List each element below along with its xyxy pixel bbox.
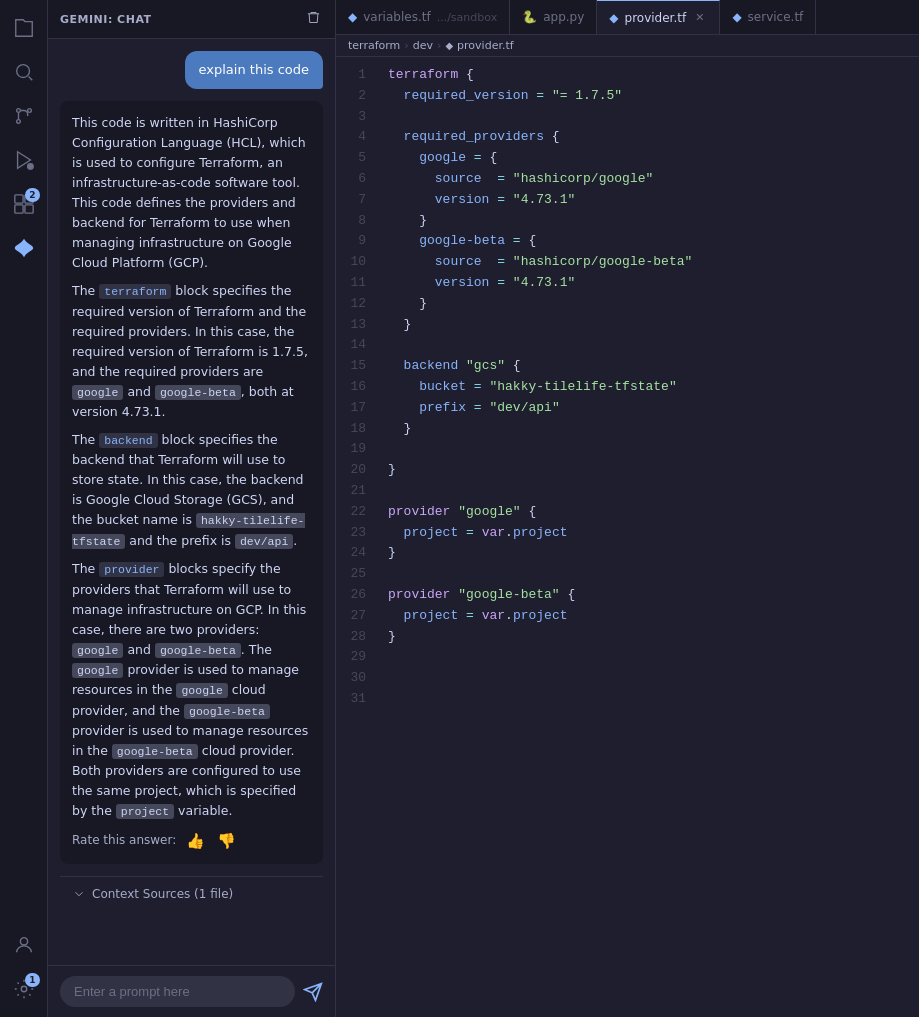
chat-input[interactable] <box>60 976 295 1007</box>
svg-point-0 <box>16 65 29 78</box>
editor-content: 12345 678910 1112131415 1617181920 21222… <box>336 57 919 1017</box>
answer-paragraph-4: The provider blocks specify the provider… <box>72 559 311 822</box>
terraform-code-tag: terraform <box>99 284 171 299</box>
send-button[interactable] <box>303 982 323 1002</box>
thumbs-down-button[interactable]: 👎 <box>215 830 238 852</box>
breadcrumb-sep-2: › <box>437 39 441 52</box>
svg-point-3 <box>27 109 31 113</box>
delete-chat-button[interactable] <box>304 8 323 30</box>
chat-input-area <box>48 965 335 1017</box>
svg-rect-7 <box>14 205 22 213</box>
code-view[interactable]: terraform { required_version = "= 1.7.5"… <box>376 57 919 1017</box>
tab-bar: ◆ variables.tf .../sandbox 🐍 app.py ◆ pr… <box>336 0 919 35</box>
tab-label-provider: provider.tf <box>625 11 687 25</box>
svg-rect-5 <box>14 195 22 203</box>
chat-title: GEMINI: CHAT <box>60 13 152 26</box>
provider-code-tag: provider <box>99 562 164 577</box>
google4-code-tag: google <box>176 683 227 698</box>
google2-code-tag: google <box>72 643 123 658</box>
editor-area: ◆ variables.tf .../sandbox 🐍 app.py ◆ pr… <box>336 0 919 1017</box>
tab-provider-tf[interactable]: ◆ provider.tf ✕ <box>597 0 720 34</box>
sidebar-item-settings[interactable]: 1 <box>4 969 44 1009</box>
tf-icon: ◆ <box>348 10 357 24</box>
sidebar-item-extensions[interactable]: 2 <box>4 184 44 224</box>
google-code-tag: google <box>72 385 123 400</box>
breadcrumb-icon: ◆ <box>445 40 453 51</box>
svg-point-9 <box>20 938 27 945</box>
backend-code-tag: backend <box>99 433 157 448</box>
tab-label-app: app.py <box>543 10 584 24</box>
answer-paragraph-1: This code is written in HashiCorp Config… <box>72 113 311 273</box>
tf-icon-3: ◆ <box>732 10 741 24</box>
rate-bar: Rate this answer: 👍 👎 <box>72 830 311 852</box>
tf-icon-2: ◆ <box>609 11 618 25</box>
svg-rect-8 <box>24 205 32 213</box>
ai-answer-block: This code is written in HashiCorp Config… <box>60 101 323 864</box>
breadcrumb-sep-1: › <box>404 39 408 52</box>
tab-variables-tf[interactable]: ◆ variables.tf .../sandbox <box>336 0 510 34</box>
answer-paragraph-3: The backend block specifies the backend … <box>72 430 311 551</box>
svg-point-1 <box>16 109 20 113</box>
py-icon: 🐍 <box>522 10 537 24</box>
extensions-badge: 2 <box>25 188 39 202</box>
google3-code-tag: google <box>72 663 123 678</box>
sidebar-item-source-control[interactable] <box>4 96 44 136</box>
breadcrumb: terraform › dev › ◆ provider.tf <box>336 35 919 57</box>
google-beta2-code-tag: google-beta <box>155 643 241 658</box>
chat-header: GEMINI: CHAT <box>48 0 335 39</box>
project-code-tag: project <box>116 804 174 819</box>
settings-badge: 1 <box>25 973 39 987</box>
prefix-code-tag: dev/api <box>235 534 293 549</box>
tab-app-py[interactable]: 🐍 app.py <box>510 0 597 34</box>
tab-service-tf[interactable]: ◆ service.tf <box>720 0 816 34</box>
breadcrumb-file: provider.tf <box>457 39 514 52</box>
tab-label-variables: variables.tf <box>363 10 430 24</box>
user-message-bubble: explain this code <box>185 51 323 89</box>
chat-messages: explain this code This code is written i… <box>48 39 335 965</box>
google-beta4-code-tag: google-beta <box>112 744 198 759</box>
rate-label: Rate this answer: <box>72 831 176 850</box>
activity-bar: 2 1 <box>0 0 48 1017</box>
svg-point-10 <box>21 986 27 992</box>
breadcrumb-terraform: terraform <box>348 39 400 52</box>
sidebar-item-search[interactable] <box>4 52 44 92</box>
chat-panel: GEMINI: CHAT explain this code This code… <box>48 0 336 1017</box>
thumbs-up-button[interactable]: 👍 <box>184 830 207 852</box>
breadcrumb-dev: dev <box>413 39 433 52</box>
answer-paragraph-2: The terraform block specifies the requir… <box>72 281 311 422</box>
google-beta3-code-tag: google-beta <box>184 704 270 719</box>
context-sources-section[interactable]: Context Sources (1 file) <box>60 876 323 911</box>
tab-label-service: service.tf <box>748 10 804 24</box>
context-sources-label: Context Sources (1 file) <box>92 887 233 901</box>
svg-point-4 <box>27 164 32 170</box>
activity-bar-bottom: 1 <box>4 925 44 1017</box>
svg-point-2 <box>16 120 20 124</box>
tab-path-variables: .../sandbox <box>437 11 498 24</box>
line-numbers: 12345 678910 1112131415 1617181920 21222… <box>336 57 376 1017</box>
google-beta-code-tag: google-beta <box>155 385 241 400</box>
sidebar-item-run[interactable] <box>4 140 44 180</box>
sidebar-item-account[interactable] <box>4 925 44 965</box>
sidebar-item-gemini[interactable] <box>4 228 44 268</box>
sidebar-item-files[interactable] <box>4 8 44 48</box>
tab-close-provider[interactable]: ✕ <box>692 10 707 25</box>
